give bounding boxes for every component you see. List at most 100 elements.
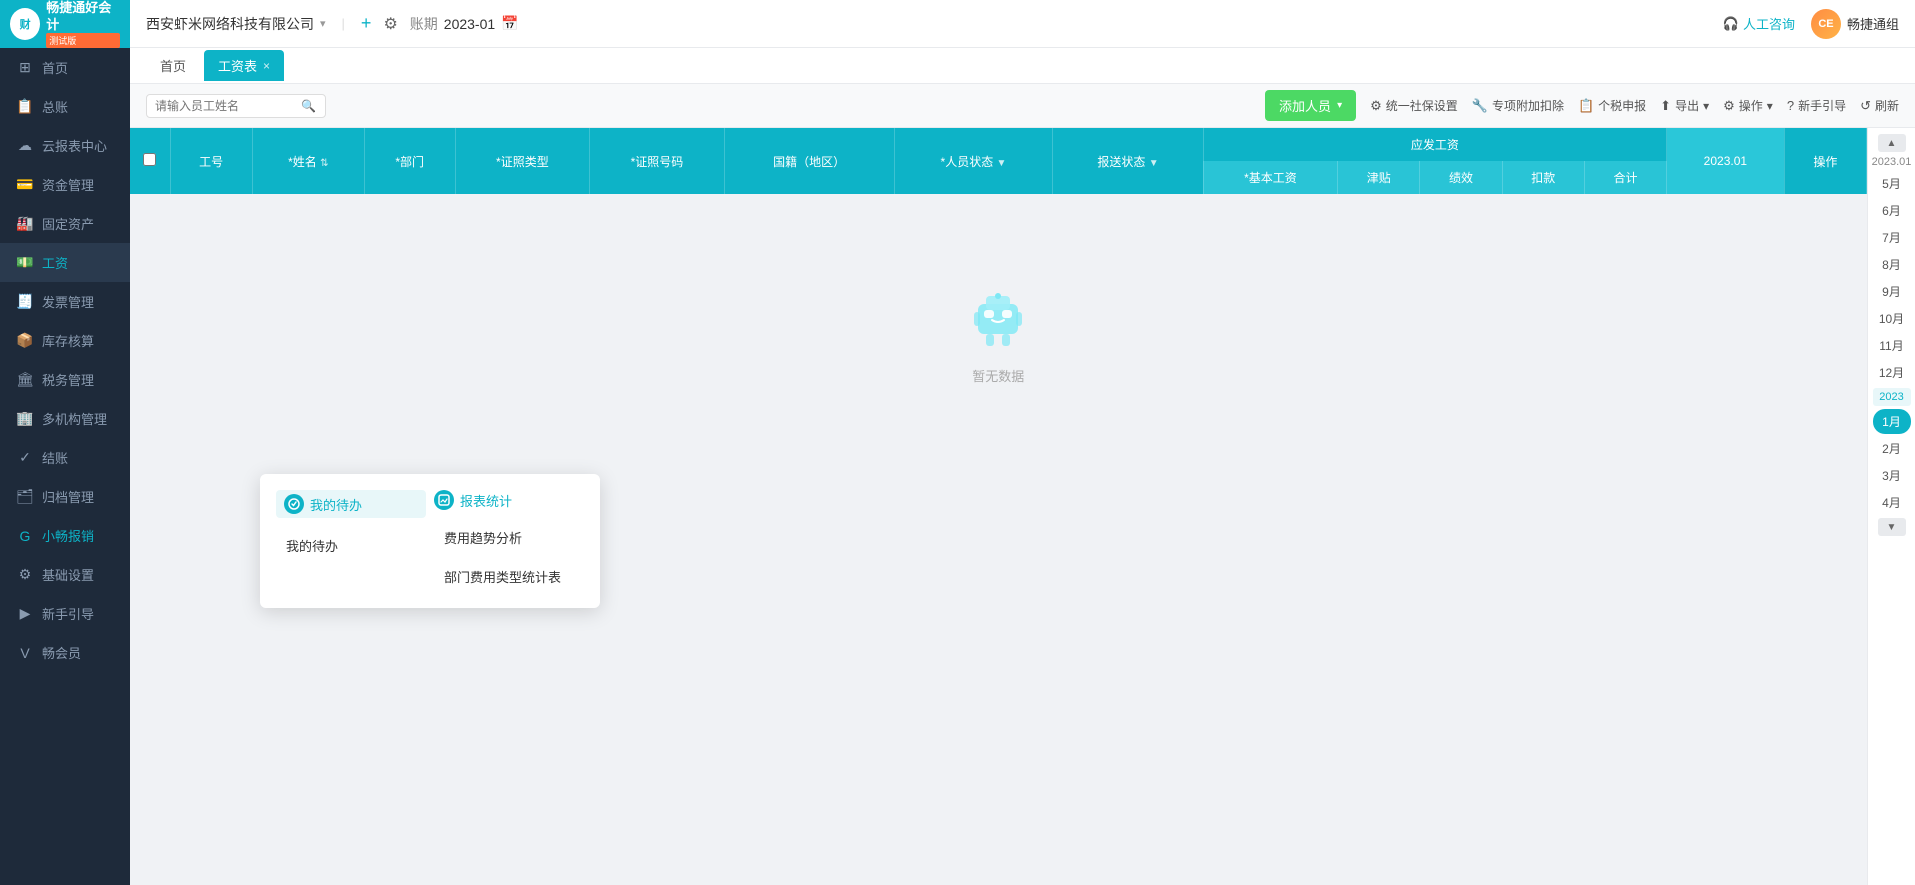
month-10[interactable]: 10月: [1873, 306, 1911, 331]
support-button[interactable]: 🎧 人工咨询: [1723, 14, 1795, 33]
th-name[interactable]: *姓名 ⇅: [252, 128, 364, 194]
fund-icon: 💳: [16, 176, 34, 193]
sidebar-item-home[interactable]: ⊞ 首页: [0, 48, 130, 87]
sidebar-item-member[interactable]: V 畅会员: [0, 633, 130, 672]
person-status-filter-icon: ▼: [997, 158, 1007, 169]
sidebar-label-inventory: 库存核算: [42, 331, 94, 350]
header-right: 🎧 人工咨询 CE 畅捷通组: [1723, 9, 1899, 39]
month-8[interactable]: 8月: [1873, 252, 1911, 277]
toolbar-actions: 添加人员 ▾ ⚙ 统一社保设置 🔧 专项附加扣除 📋 个税申报 ⬆ 导出: [1265, 90, 1899, 121]
social-security-btn[interactable]: ⚙ 统一社保设置: [1370, 97, 1458, 114]
company-selector[interactable]: 西安虾米网络科技有限公司 ▾: [146, 14, 326, 34]
sidebar-item-guide[interactable]: ▶ 新手引导: [0, 594, 130, 633]
refresh-btn[interactable]: ↺ 刷新: [1860, 97, 1899, 114]
invoice-icon: 🧾: [16, 293, 34, 310]
select-all-checkbox[interactable]: [143, 153, 156, 166]
month-nav-up[interactable]: ▲: [1878, 134, 1906, 152]
th-name-label: *姓名: [288, 155, 317, 169]
social-security-label: 统一社保设置: [1386, 97, 1458, 114]
popup-expense-trend-item[interactable]: 费用趋势分析: [434, 522, 584, 553]
user-menu[interactable]: CE 畅捷通组: [1811, 9, 1899, 39]
month-1[interactable]: 1月: [1873, 409, 1911, 434]
sidebar-label-guide: 新手引导: [42, 604, 94, 623]
popup-todo-item[interactable]: 我的待办: [276, 530, 426, 561]
name-sort-icon: ⇅: [320, 158, 328, 169]
month-2[interactable]: 2月: [1873, 436, 1911, 461]
close-account-icon: ✓: [16, 449, 34, 466]
report-status-filter-icon: ▼: [1149, 158, 1159, 169]
operate-chevron-icon: ▾: [1767, 99, 1773, 113]
tab-home[interactable]: 首页: [146, 50, 200, 81]
month-11[interactable]: 11月: [1873, 333, 1911, 358]
th-bonus: 绩效: [1420, 161, 1502, 194]
operate-btn[interactable]: ⚙ 操作 ▾: [1723, 97, 1773, 114]
search-icon: 🔍: [301, 99, 316, 113]
archive-icon: 🗂: [16, 488, 34, 505]
th-person-status[interactable]: *人员状态 ▼: [894, 128, 1053, 194]
th-report-status[interactable]: 报送状态 ▼: [1053, 128, 1203, 194]
add-company-button[interactable]: +: [361, 13, 372, 34]
popup-section-todo-header[interactable]: 我的待办: [276, 490, 426, 518]
report-section-icon: [434, 490, 454, 510]
sidebar-item-close-account[interactable]: ✓ 结账: [0, 438, 130, 477]
month-7[interactable]: 7月: [1873, 225, 1911, 250]
sidebar-label-member: 畅会员: [42, 643, 81, 662]
sidebar-item-cloud-report[interactable]: ☁ 云报表中心: [0, 126, 130, 165]
th-salary-group: 应发工资: [1203, 128, 1666, 161]
sidebar-item-fixed-assets[interactable]: 🏭 固定资产: [0, 204, 130, 243]
sidebar-item-archive[interactable]: 🗂 归档管理: [0, 477, 130, 516]
empty-state: 暂无数据: [130, 194, 1867, 465]
toolbar: 🔍 添加人员 ▾ ⚙ 统一社保设置 🔧 专项附加扣除 📋 个税申报: [130, 84, 1915, 128]
year-2022-label: 2023.01: [1868, 154, 1915, 170]
sidebar-item-salary[interactable]: 💵 工资: [0, 243, 130, 282]
new-guide-btn[interactable]: ? 新手引导: [1787, 97, 1846, 114]
month-12[interactable]: 12月: [1873, 360, 1911, 385]
month-4[interactable]: 4月: [1873, 490, 1911, 515]
popup-section-report-header[interactable]: 报表统计: [434, 490, 584, 510]
th-base-salary: *基本工资: [1203, 161, 1338, 194]
export-icon: ⬆: [1660, 98, 1671, 114]
sidebar-item-multi-org[interactable]: 🏢 多机构管理: [0, 399, 130, 438]
th-checkbox[interactable]: [130, 128, 170, 194]
month-5[interactable]: 5月: [1873, 171, 1911, 196]
tax-report-label: 个税申报: [1598, 97, 1646, 114]
period-selector[interactable]: 账期 2023-01 📅: [410, 14, 519, 34]
th-subsidy: 津贴: [1338, 161, 1420, 194]
logo-icon: 财: [10, 8, 40, 40]
sidebar-item-ledger[interactable]: 📋 总账: [0, 87, 130, 126]
sidebar-label-multi-org: 多机构管理: [42, 409, 107, 428]
new-guide-icon: ?: [1787, 98, 1794, 113]
salary-icon: 💵: [16, 254, 34, 271]
tab-salary[interactable]: 工资表 ×: [204, 50, 284, 81]
sidebar-item-invoice[interactable]: 🧾 发票管理: [0, 282, 130, 321]
period-value: 2023-01: [444, 16, 495, 32]
tab-bar: 首页 工资表 ×: [130, 48, 1915, 84]
sidebar-item-tax[interactable]: 🏛 税务管理: [0, 360, 130, 399]
settings-button[interactable]: ⚙: [383, 14, 397, 34]
month-nav-down[interactable]: ▼: [1878, 518, 1906, 536]
main-content: 西安虾米网络科技有限公司 ▾ | + ⚙ 账期 2023-01 📅 🎧 人工咨询…: [130, 0, 1915, 885]
cloud-icon: ☁: [16, 137, 34, 154]
export-btn[interactable]: ⬆ 导出 ▾: [1660, 97, 1709, 114]
th-id-num: *证照号码: [590, 128, 725, 194]
add-person-chevron-icon: ▾: [1337, 100, 1342, 111]
tab-close-icon[interactable]: ×: [263, 59, 270, 73]
tab-salary-label: 工资表: [218, 56, 257, 75]
special-deduct-btn[interactable]: 🔧 专项附加扣除: [1472, 97, 1564, 114]
sidebar-item-fund[interactable]: 💳 资金管理: [0, 165, 130, 204]
month-3[interactable]: 3月: [1873, 463, 1911, 488]
month-6[interactable]: 6月: [1873, 198, 1911, 223]
sidebar-item-xiao-chang[interactable]: G 小畅报销: [0, 516, 130, 555]
month-9[interactable]: 9月: [1873, 279, 1911, 304]
sidebar-item-basic[interactable]: ⚙ 基础设置: [0, 555, 130, 594]
operate-icon: ⚙: [1723, 98, 1735, 114]
search-input[interactable]: [155, 99, 295, 113]
tax-report-btn[interactable]: 📋 个税申报: [1578, 97, 1646, 114]
sidebar-item-inventory[interactable]: 📦 库存核算: [0, 321, 130, 360]
period-label: 账期: [410, 14, 438, 34]
add-person-label: 添加人员: [1279, 96, 1331, 115]
sidebar: 财 畅捷通好会计 测试版 ⊞ 首页 📋 总账 ☁ 云报表中心 💳 资金管理 🏭 …: [0, 0, 130, 885]
add-person-button[interactable]: 添加人员 ▾: [1265, 90, 1356, 121]
popup-dept-expense-item[interactable]: 部门费用类型统计表: [434, 561, 584, 592]
logo-badge: 测试版: [46, 33, 120, 48]
